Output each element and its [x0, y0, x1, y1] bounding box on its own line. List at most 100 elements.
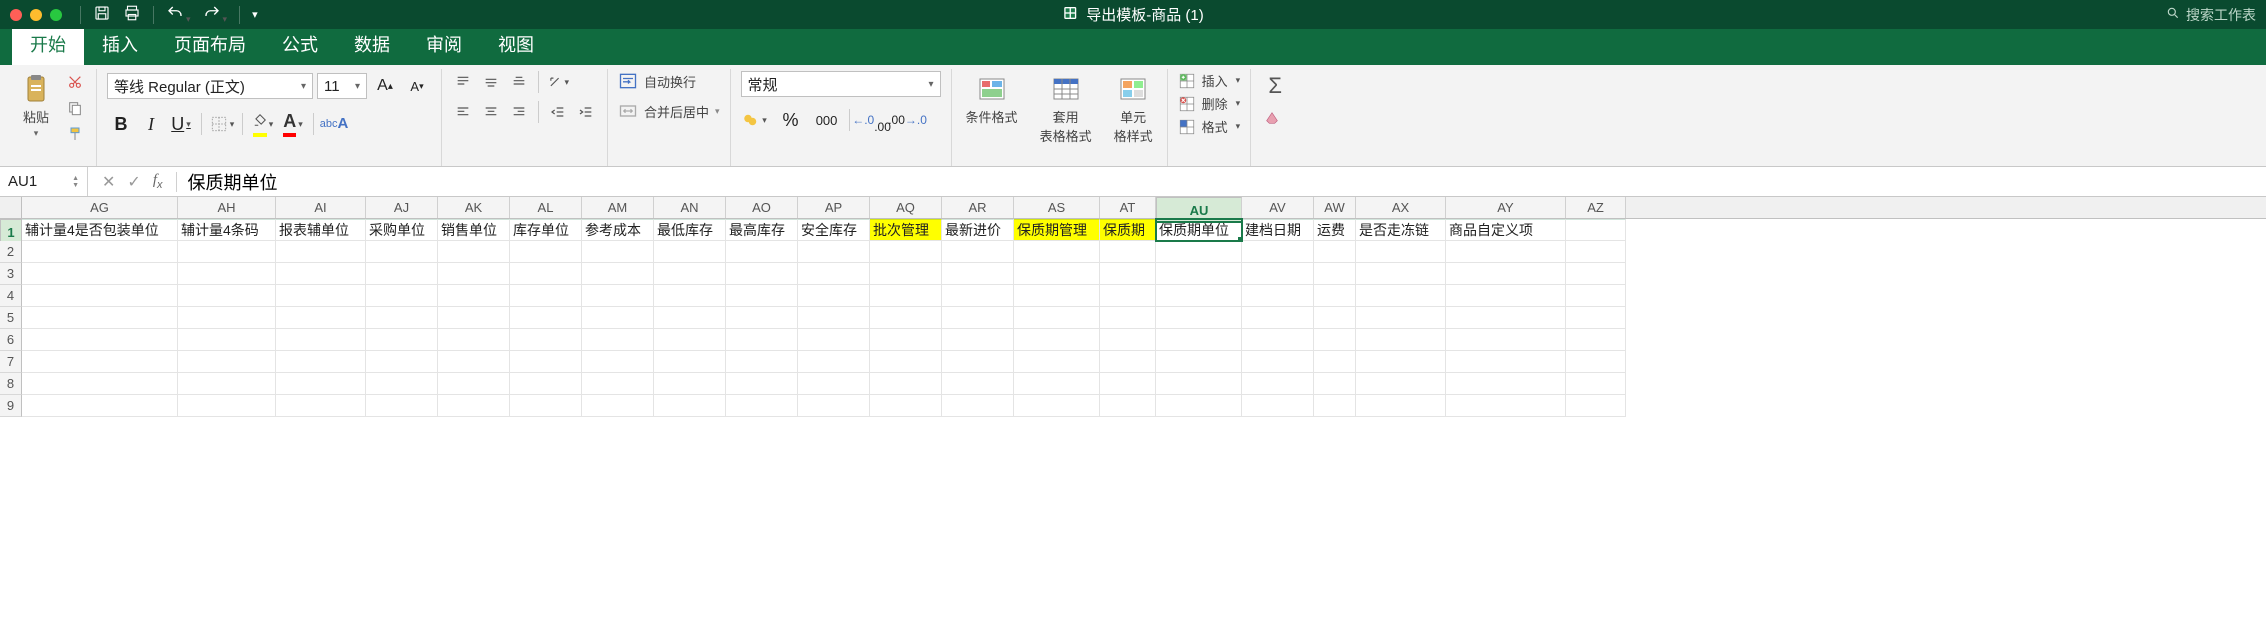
column-header-AI[interactable]: AI	[276, 197, 366, 218]
cell[interactable]	[438, 241, 510, 263]
cell[interactable]	[276, 351, 366, 373]
cell[interactable]	[1100, 329, 1156, 351]
cell[interactable]	[1356, 373, 1446, 395]
orientation-icon[interactable]	[547, 71, 569, 93]
cut-icon[interactable]	[64, 71, 86, 93]
cell[interactable]	[1156, 395, 1242, 417]
column-header-AM[interactable]: AM	[582, 197, 654, 218]
cell[interactable]	[870, 307, 942, 329]
column-header-AO[interactable]: AO	[726, 197, 798, 218]
cell[interactable]	[1446, 241, 1566, 263]
decrease-indent-icon[interactable]	[547, 101, 569, 123]
cell[interactable]	[942, 307, 1014, 329]
cell[interactable]	[510, 395, 582, 417]
cell[interactable]	[178, 373, 276, 395]
cell[interactable]	[438, 351, 510, 373]
cell[interactable]	[1014, 373, 1100, 395]
cell[interactable]	[798, 307, 870, 329]
cell[interactable]	[276, 263, 366, 285]
cell[interactable]	[178, 307, 276, 329]
cell[interactable]	[1314, 395, 1356, 417]
cell[interactable]: 报表辅单位	[276, 219, 366, 241]
cell[interactable]	[870, 263, 942, 285]
cell[interactable]	[366, 307, 438, 329]
close-window-button[interactable]	[10, 9, 22, 21]
cell[interactable]	[1446, 395, 1566, 417]
minimize-window-button[interactable]	[30, 9, 42, 21]
format-painter-icon[interactable]	[64, 123, 86, 145]
customize-qat-icon[interactable]: ▾	[252, 8, 258, 21]
cell[interactable]	[1242, 285, 1314, 307]
row-header[interactable]: 9	[0, 395, 22, 417]
cell[interactable]	[438, 395, 510, 417]
cell[interactable]	[654, 307, 726, 329]
row-header[interactable]: 4	[0, 285, 22, 307]
cell[interactable]	[654, 285, 726, 307]
cell[interactable]	[1446, 329, 1566, 351]
conditional-format-button[interactable]: 条件格式	[962, 71, 1022, 128]
cell[interactable]	[870, 373, 942, 395]
phonetic-button[interactable]: abcA	[320, 109, 348, 139]
cell[interactable]	[178, 329, 276, 351]
cell[interactable]	[178, 263, 276, 285]
cell[interactable]	[582, 395, 654, 417]
cell[interactable]	[726, 329, 798, 351]
tab-开始[interactable]: 开始	[12, 23, 84, 65]
cell[interactable]	[1446, 307, 1566, 329]
column-header-AN[interactable]: AN	[654, 197, 726, 218]
cell[interactable]	[1356, 395, 1446, 417]
cell[interactable]	[438, 373, 510, 395]
tab-数据[interactable]: 数据	[336, 23, 408, 65]
align-right-icon[interactable]	[508, 101, 530, 123]
align-middle-icon[interactable]	[480, 71, 502, 93]
cell[interactable]: 保质期管理	[1014, 219, 1100, 241]
cell[interactable]: 商品自定义项	[1446, 219, 1566, 241]
cell[interactable]	[726, 285, 798, 307]
paste-button[interactable]: 粘贴 ▾	[16, 71, 56, 141]
cell[interactable]	[1566, 395, 1626, 417]
cell[interactable]	[726, 351, 798, 373]
cell[interactable]	[22, 307, 178, 329]
column-header-AP[interactable]: AP	[798, 197, 870, 218]
cell[interactable]	[1014, 329, 1100, 351]
cell[interactable]	[1242, 307, 1314, 329]
cell[interactable]	[1014, 307, 1100, 329]
cell[interactable]	[510, 329, 582, 351]
cell[interactable]	[178, 395, 276, 417]
cell[interactable]	[1100, 241, 1156, 263]
delete-cells-button[interactable]: 删除	[1178, 94, 1241, 113]
cell[interactable]	[22, 263, 178, 285]
cell[interactable]	[870, 241, 942, 263]
cell[interactable]	[510, 241, 582, 263]
format-as-table-button[interactable]: 套用 表格格式	[1036, 71, 1096, 147]
cell[interactable]: 保质期单位	[1156, 219, 1242, 241]
cell[interactable]	[276, 329, 366, 351]
decrease-font-icon[interactable]: A▾	[403, 71, 431, 101]
cell[interactable]	[942, 395, 1014, 417]
cell[interactable]: 运费	[1314, 219, 1356, 241]
cell[interactable]	[366, 329, 438, 351]
cell[interactable]	[1446, 373, 1566, 395]
cell[interactable]	[654, 329, 726, 351]
decrease-decimal-icon[interactable]: .00→.0	[894, 105, 922, 135]
cell[interactable]	[1100, 307, 1156, 329]
cell[interactable]	[1014, 285, 1100, 307]
cell[interactable]	[1566, 241, 1626, 263]
tab-视图[interactable]: 视图	[480, 23, 552, 65]
cell[interactable]	[1156, 329, 1242, 351]
increase-font-icon[interactable]: A▴	[371, 71, 399, 101]
cell[interactable]	[438, 263, 510, 285]
cell[interactable]	[582, 329, 654, 351]
cell[interactable]	[654, 263, 726, 285]
cell[interactable]	[798, 373, 870, 395]
cell[interactable]	[1014, 263, 1100, 285]
cell[interactable]	[1156, 351, 1242, 373]
cell[interactable]: 辅计量4是否包装单位	[22, 219, 178, 241]
cell[interactable]	[798, 329, 870, 351]
cell[interactable]	[1156, 263, 1242, 285]
cell[interactable]	[942, 285, 1014, 307]
align-left-icon[interactable]	[452, 101, 474, 123]
cell[interactable]	[22, 351, 178, 373]
cell[interactable]	[1566, 351, 1626, 373]
search-sheet[interactable]: 搜索工作表	[2166, 5, 2256, 25]
